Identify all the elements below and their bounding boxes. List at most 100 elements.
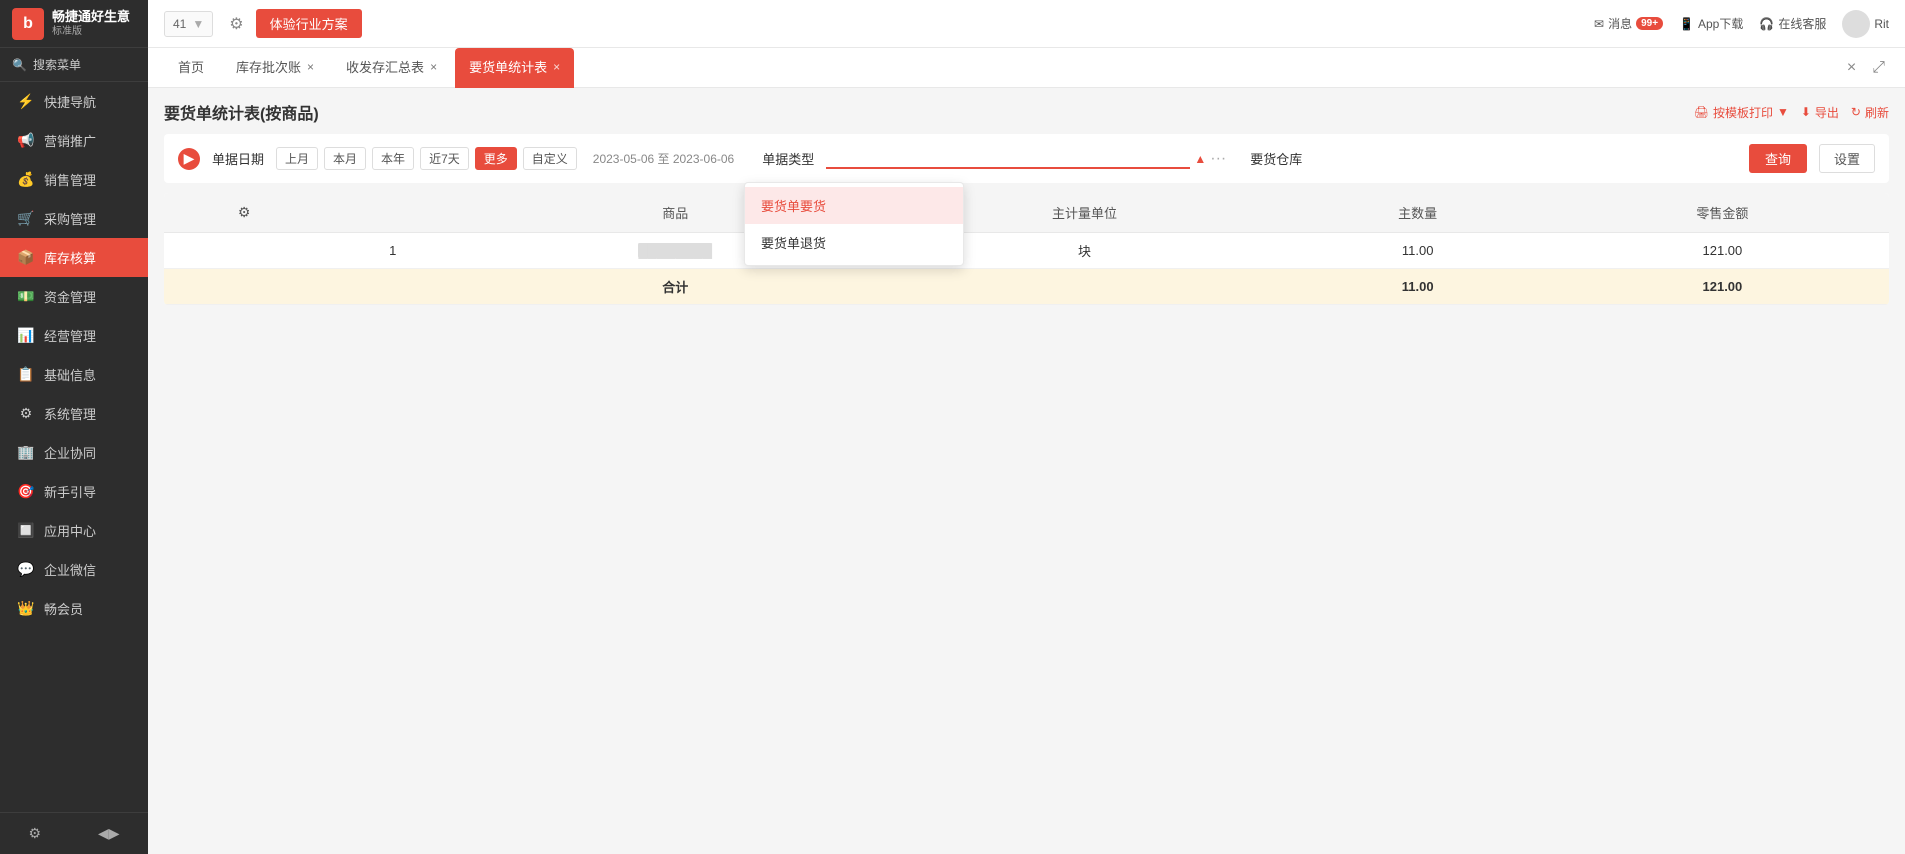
settings-button[interactable]: 设置 <box>1819 144 1875 173</box>
messages-btn[interactable]: ✉ 消息 99+ <box>1594 15 1663 32</box>
app-logo-icon: b <box>12 8 44 40</box>
trial-button[interactable]: 体验行业方案 <box>256 9 362 38</box>
date-btn-more[interactable]: 更多 <box>475 147 517 170</box>
collapse-btn[interactable]: ◀▶ <box>90 821 128 846</box>
tab-inventory-batch[interactable]: 库存批次账 × <box>222 48 328 88</box>
row-index-cell: 1 <box>324 233 461 269</box>
operations-icon: 📊 <box>16 327 36 344</box>
tabs-bar: 首页 库存批次账 × 收发存汇总表 × 要货单统计表 × × ⤢ <box>148 48 1905 88</box>
date-btn-last-month[interactable]: 上月 <box>276 147 318 170</box>
row-quantity-cell: 11.00 <box>1280 233 1556 269</box>
user-avatar-area[interactable]: Rit <box>1842 10 1889 38</box>
tab-receive-summary-close[interactable]: × <box>430 60 437 74</box>
table-quantity-th: 主数量 <box>1280 193 1556 233</box>
sidebar-item-system[interactable]: ⚙ 系统管理 <box>0 394 148 433</box>
sidebar-item-label: 系统管理 <box>44 404 96 423</box>
date-btn-this-year[interactable]: 本年 <box>372 147 414 170</box>
phone-icon: 📱 <box>1679 17 1694 31</box>
tab-inventory-batch-close[interactable]: × <box>307 60 314 74</box>
tab-close-all-btn[interactable]: × <box>1843 57 1860 79</box>
date-btn-custom[interactable]: 自定义 <box>523 147 577 170</box>
main-area: 41 ▼ ⚙ 体验行业方案 ✉ 消息 99+ 📱 App下载 🎧 在线客服 R <box>148 0 1905 854</box>
purchase-icon: 🛒 <box>16 210 36 227</box>
sidebar-item-enterprise[interactable]: 🏢 企业协同 <box>0 433 148 472</box>
messages-label: 消息 <box>1608 15 1632 32</box>
sidebar-item-finance[interactable]: 💵 资金管理 <box>0 277 148 316</box>
refresh-label: 刷新 <box>1865 104 1889 121</box>
tab-receive-summary-label: 收发存汇总表 <box>346 57 424 76</box>
tab-order-stats-close[interactable]: × <box>553 60 560 74</box>
sidebar-item-sales[interactable]: 💰 销售管理 <box>0 160 148 199</box>
sidebar-item-wechat[interactable]: 💬 企业微信 <box>0 550 148 589</box>
total-settings-cell <box>164 269 324 305</box>
date-btn-last7[interactable]: 近7天 <box>420 147 469 170</box>
type-select-input[interactable] <box>826 148 1190 169</box>
topbar-right: ✉ 消息 99+ 📱 App下载 🎧 在线客服 Rit <box>1594 10 1889 38</box>
tab-home-label: 首页 <box>178 57 204 76</box>
dropdown-item-order-goods[interactable]: 要货单要货 <box>745 187 963 224</box>
page-header: 要货单统计表(按商品) 🖨 按模板打印 ▼ ⬇ 导出 ↻ 刷新 <box>164 100 1889 124</box>
app-download-btn[interactable]: 📱 App下载 <box>1679 15 1743 32</box>
inventory-icon: 📦 <box>16 249 36 266</box>
sidebar-item-newbie[interactable]: 🎯 新手引导 <box>0 472 148 511</box>
sidebar-item-basics[interactable]: 📋 基础信息 <box>0 355 148 394</box>
sidebar-item-apps[interactable]: 🔲 应用中心 <box>0 511 148 550</box>
apps-icon: 🔲 <box>16 522 36 539</box>
sidebar-item-label: 采购管理 <box>44 209 96 228</box>
tab-home[interactable]: 首页 <box>164 48 218 88</box>
type-select-arrow[interactable]: ▲ <box>1194 152 1206 166</box>
refresh-icon: ↻ <box>1851 105 1861 119</box>
query-button[interactable]: 查询 <box>1749 144 1807 173</box>
sidebar-search[interactable]: 🔍 搜索菜单 <box>0 48 148 82</box>
sidebar: b 畅捷通好生意 标准版 🔍 搜索菜单 ⚡ 快捷导航 📢 营销推广 💰 销售管理… <box>0 0 148 854</box>
app-download-label: App下载 <box>1698 15 1743 32</box>
sidebar-item-members[interactable]: 👑 畅会员 <box>0 589 148 628</box>
tab-expand-btn[interactable]: ⤢ <box>1868 57 1889 79</box>
table-settings-th[interactable]: ⚙ <box>164 193 324 233</box>
search-icon: 🔍 <box>12 58 27 72</box>
sidebar-item-operations[interactable]: 📊 经营管理 <box>0 316 148 355</box>
type-select-wrapper: ▲ ··· <box>826 148 1226 169</box>
basics-icon: 📋 <box>16 366 36 383</box>
filter-expand-btn[interactable]: ▶ <box>178 148 200 170</box>
dropdown-item-order-goods-label: 要货单要货 <box>761 199 826 214</box>
app-logo-text: 畅捷通好生意 标准版 <box>52 9 130 39</box>
filter-bar: ▶ 单据日期 上月 本月 本年 近7天 更多 自定义 2023-05-06 至 … <box>164 134 1889 183</box>
dropdown-item-order-return[interactable]: 要货单退货 <box>745 224 963 261</box>
date-range-display: 2023-05-06 至 2023-06-06 <box>593 150 734 167</box>
sidebar-search-label: 搜索菜单 <box>33 56 81 73</box>
sidebar-item-label: 营销推广 <box>44 131 96 150</box>
sidebar-item-label: 资金管理 <box>44 287 96 306</box>
print-btn[interactable]: 🖨 按模板打印 ▼ <box>1694 104 1789 121</box>
sidebar-item-label: 畅会员 <box>44 599 83 618</box>
sidebar-item-marketing[interactable]: 📢 营销推广 <box>0 121 148 160</box>
tab-inventory-batch-label: 库存批次账 <box>236 57 301 76</box>
finance-icon: 💵 <box>16 288 36 305</box>
sidebar-item-label: 快捷导航 <box>44 92 96 111</box>
sales-icon: 💰 <box>16 171 36 188</box>
total-index-cell <box>324 269 461 305</box>
tab-order-stats[interactable]: 要货单统计表 × <box>455 48 574 88</box>
sidebar-item-purchase[interactable]: 🛒 采购管理 <box>0 199 148 238</box>
breadcrumb-input[interactable]: 41 ▼ <box>164 11 213 37</box>
enterprise-icon: 🏢 <box>16 444 36 461</box>
export-btn[interactable]: ⬇ 导出 <box>1801 104 1839 121</box>
refresh-btn[interactable]: ↻ 刷新 <box>1851 104 1889 121</box>
avatar <box>1842 10 1870 38</box>
sidebar-item-inventory[interactable]: 📦 库存核算 <box>0 238 148 277</box>
online-service-btn[interactable]: 🎧 在线客服 <box>1759 15 1826 32</box>
topbar-settings-icon[interactable]: ⚙ <box>229 14 243 34</box>
table-wrapper: ⚙ 商品 主计量单位 主数量 零售金额 1 ████████ <box>164 193 1889 305</box>
data-table: ⚙ 商品 主计量单位 主数量 零售金额 1 ████████ <box>164 193 1889 305</box>
tab-receive-summary[interactable]: 收发存汇总表 × <box>332 48 451 88</box>
total-unit-cell <box>889 269 1279 305</box>
date-btn-this-month[interactable]: 本月 <box>324 147 366 170</box>
table-amount-th: 零售金额 <box>1556 193 1889 233</box>
settings-bottom-btn[interactable]: ⚙ <box>20 821 49 846</box>
page-actions: 🖨 按模板打印 ▼ ⬇ 导出 ↻ 刷新 <box>1694 104 1889 121</box>
date-filter-label: 单据日期 <box>212 149 264 168</box>
sidebar-item-quick-nav[interactable]: ⚡ 快捷导航 <box>0 82 148 121</box>
type-filter-label: 单据类型 <box>762 149 814 168</box>
filter-more-dots[interactable]: ··· <box>1210 150 1226 168</box>
product-name-text: ████████ <box>638 243 712 258</box>
